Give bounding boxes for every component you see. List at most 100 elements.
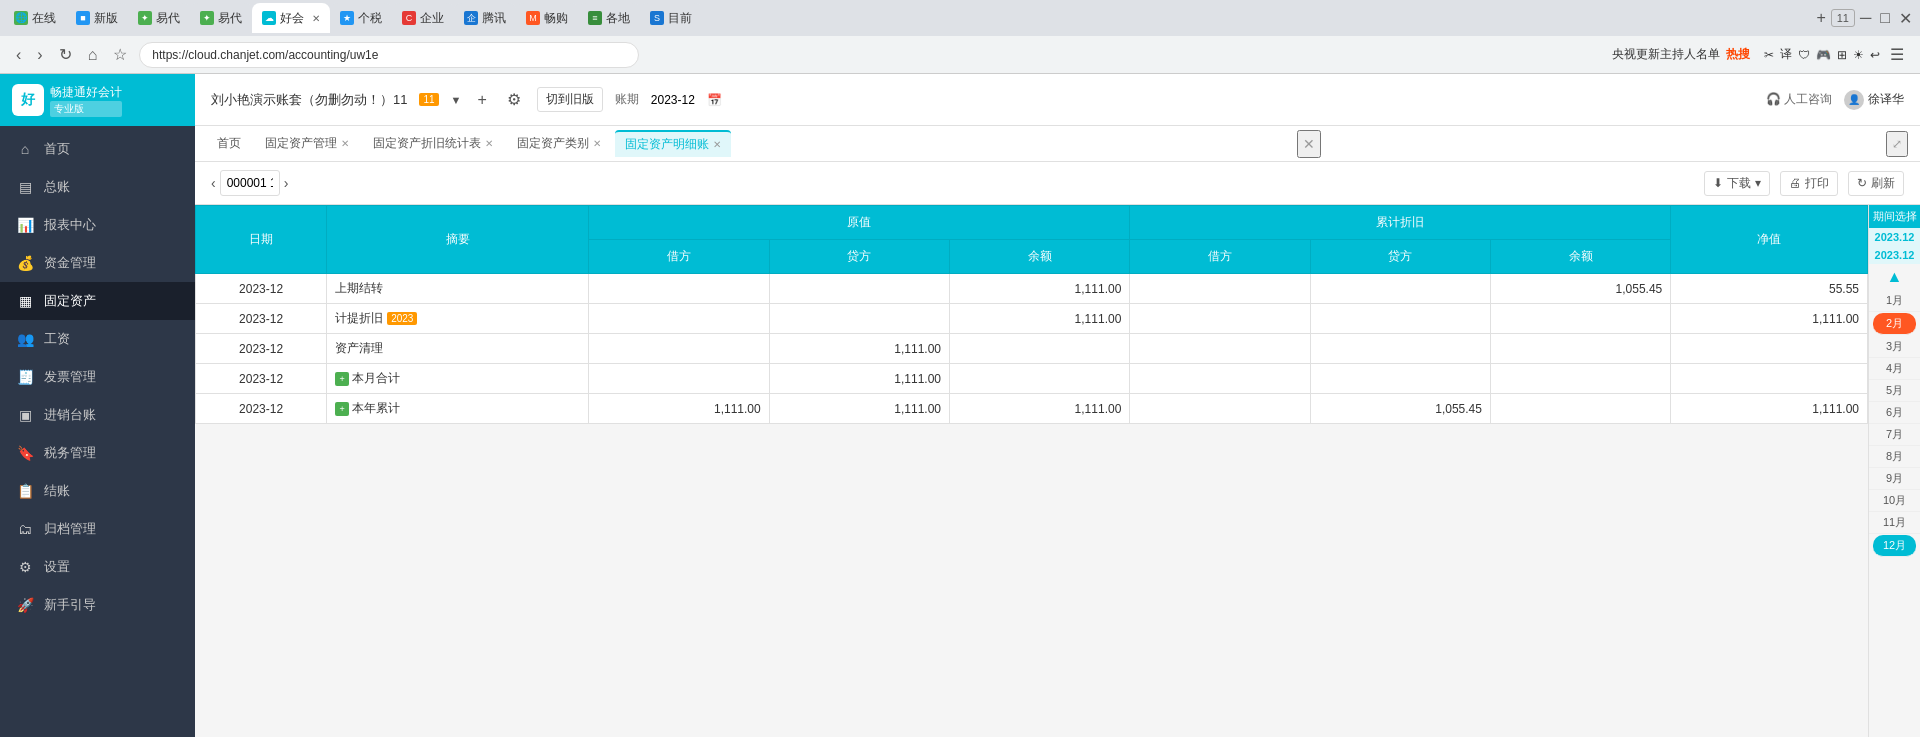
tab-fa-mgmt[interactable]: 固定资产管理 ✕ xyxy=(255,131,359,156)
sidebar-item-payroll[interactable]: 👥 工资 xyxy=(0,320,195,358)
col-orig-balance: 余额 xyxy=(950,240,1130,274)
sidebar-item-period-end[interactable]: 📋 结账 xyxy=(0,472,195,510)
sidebar: 好 畅捷通好会计 专业版 ⌂ 首页 ▤ 总账 📊 报表中心 xyxy=(0,74,195,737)
print-icon: 🖨 xyxy=(1789,176,1801,190)
tab-home[interactable]: 首页 xyxy=(207,131,251,156)
tab-fa-depreciation-label: 固定资产折旧统计表 xyxy=(373,135,481,152)
period-month-item[interactable]: 11月 xyxy=(1869,512,1920,534)
table-row: 2023-12上期结转1,111.001,055.4555.55 xyxy=(196,274,1868,304)
fixed-assets-icon: ▦ xyxy=(16,293,34,309)
tab-label-qiye: 企业 xyxy=(420,10,444,27)
sidebar-label-funds: 资金管理 xyxy=(44,254,96,272)
download-chevron-icon: ▾ xyxy=(1755,176,1761,190)
tab-fa-depreciation-close[interactable]: ✕ xyxy=(485,138,493,149)
browser-tab-yidai2[interactable]: ✦ 易代 xyxy=(190,3,252,33)
sidebar-item-invoices[interactable]: 🧾 发票管理 xyxy=(0,358,195,396)
more-tabs-button[interactable]: 11 xyxy=(1831,9,1855,27)
address-input[interactable] xyxy=(139,42,639,68)
col-accumulated-depr-group: 累计折旧 xyxy=(1130,206,1671,240)
sidebar-item-funds[interactable]: 💰 资金管理 xyxy=(0,244,195,282)
tab-fa-category[interactable]: 固定资产类别 ✕ xyxy=(507,131,611,156)
browser-tab-xin[interactable]: ■ 新版 xyxy=(66,3,128,33)
period-scroll-up[interactable]: ▲ xyxy=(1869,264,1920,290)
period-month-item[interactable]: 5月 xyxy=(1869,380,1920,402)
browser-tab-list: 🌐 在线 ■ 新版 ✦ 易代 ✦ 易代 ☁ 好会 ✕ xyxy=(4,3,1811,33)
tab-label-xin: 新版 xyxy=(94,10,118,27)
browser-tab-gedi[interactable]: ≡ 各地 xyxy=(578,3,640,33)
new-tab-button[interactable]: + xyxy=(1812,7,1829,29)
tab-favicon-geshui: ★ xyxy=(340,11,354,25)
page-input[interactable] xyxy=(220,170,280,196)
browser-tab-chang[interactable]: M 畅购 xyxy=(516,3,578,33)
period-month-item[interactable]: 10月 xyxy=(1869,490,1920,512)
tab-fa-detail-close[interactable]: ✕ xyxy=(713,139,721,150)
tab-fa-category-label: 固定资产类别 xyxy=(517,135,589,152)
table-row: 2023-12资产清理1,111.00 xyxy=(196,334,1868,364)
sidebar-label-payroll: 工资 xyxy=(44,330,70,348)
maximize-button[interactable]: □ xyxy=(1876,7,1894,29)
period-month-item[interactable]: 8月 xyxy=(1869,446,1920,468)
sidebar-item-home[interactable]: ⌂ 首页 xyxy=(0,130,195,168)
period-month-item[interactable]: 6月 xyxy=(1869,402,1920,424)
period-month-item[interactable]: 4月 xyxy=(1869,358,1920,380)
browser-tab-geshui[interactable]: ★ 个税 xyxy=(330,3,392,33)
close-panel-button[interactable]: ✕ xyxy=(1297,130,1321,158)
settings-small-button[interactable]: ⚙ xyxy=(503,88,525,111)
browser-tab-sun[interactable]: S 目前 xyxy=(640,3,702,33)
expand-panel-button[interactable]: ⤢ xyxy=(1886,131,1908,157)
calendar-icon[interactable]: 📅 xyxy=(707,93,722,107)
pagination: ‹ › xyxy=(211,170,288,196)
sidebar-item-reports[interactable]: 📊 报表中心 xyxy=(0,206,195,244)
period-year-selected[interactable]: 2023.12 xyxy=(1869,228,1920,246)
back-button[interactable]: ‹ xyxy=(12,44,25,66)
browser-tab-qiye[interactable]: C 企业 xyxy=(392,3,454,33)
period-year-highlight[interactable]: 2023.12 xyxy=(1869,246,1920,264)
sidebar-item-general-ledger[interactable]: ▤ 总账 xyxy=(0,168,195,206)
col-net-value: 净值 xyxy=(1671,206,1868,274)
browser-tab-zaixian[interactable]: 🌐 在线 xyxy=(4,3,66,33)
period-month-item[interactable]: 3月 xyxy=(1869,336,1920,358)
period-month-item[interactable]: 7月 xyxy=(1869,424,1920,446)
tab-fa-detail[interactable]: 固定资产明细账 ✕ xyxy=(615,130,731,157)
home-button[interactable]: ⌂ xyxy=(84,44,102,66)
minimize-button[interactable]: ─ xyxy=(1856,7,1875,29)
tab-fa-mgmt-close[interactable]: ✕ xyxy=(341,138,349,149)
tab-fa-depreciation[interactable]: 固定资产折旧统计表 ✕ xyxy=(363,131,503,156)
add-account-button[interactable]: + xyxy=(473,89,490,111)
sidebar-item-guide[interactable]: 🚀 新手引导 xyxy=(0,586,195,624)
prev-page-button[interactable]: ‹ xyxy=(211,175,216,191)
period-month-item[interactable]: 9月 xyxy=(1869,468,1920,490)
browser-tab-haohao[interactable]: ☁ 好会 ✕ xyxy=(252,3,330,33)
sidebar-item-tax[interactable]: 🔖 税务管理 xyxy=(0,434,195,472)
sidebar-item-settings[interactable]: ⚙ 设置 xyxy=(0,548,195,586)
period-month-item[interactable]: 12月 xyxy=(1873,535,1916,557)
sidebar-label-invoices: 发票管理 xyxy=(44,368,96,386)
tab-fa-category-close[interactable]: ✕ xyxy=(593,138,601,149)
browser-chrome: 🌐 在线 ■ 新版 ✦ 易代 ✦ 易代 ☁ 好会 ✕ xyxy=(0,0,1920,74)
reload-button[interactable]: ↻ xyxy=(55,43,76,66)
next-page-button[interactable]: › xyxy=(284,175,289,191)
menu-button[interactable]: ☰ xyxy=(1886,43,1908,66)
table-cell-summary: 计提折旧2023 xyxy=(327,304,589,334)
account-dropdown-button[interactable]: ▼ xyxy=(451,94,462,106)
service-button[interactable]: 🎧 人工咨询 xyxy=(1766,91,1832,108)
table-cell-summary: 资产清理 xyxy=(327,334,589,364)
browser-tab-yidai1[interactable]: ✦ 易代 xyxy=(128,3,190,33)
tab-close-haohao[interactable]: ✕ xyxy=(312,13,320,24)
close-window-button[interactable]: ✕ xyxy=(1895,7,1916,30)
payroll-icon: 👥 xyxy=(16,331,34,347)
period-month-item[interactable]: 2月 xyxy=(1873,313,1916,335)
browser-tab-tengxun[interactable]: 企 腾讯 xyxy=(454,3,516,33)
sidebar-item-purchase-sale[interactable]: ▣ 进销台账 xyxy=(0,396,195,434)
refresh-button[interactable]: ↻ 刷新 xyxy=(1848,171,1904,196)
switch-version-button[interactable]: 切到旧版 xyxy=(537,87,603,112)
forward-button[interactable]: › xyxy=(33,44,46,66)
app-container: 好 畅捷通好会计 专业版 ⌂ 首页 ▤ 总账 📊 报表中心 xyxy=(0,74,1920,737)
sidebar-item-archives[interactable]: 🗂 归档管理 xyxy=(0,510,195,548)
sidebar-item-fixed-assets[interactable]: ▦ 固定资产 xyxy=(0,282,195,320)
period-month-item[interactable]: 1月 xyxy=(1869,290,1920,312)
download-button[interactable]: ⬇ 下载 ▾ xyxy=(1704,171,1770,196)
print-button[interactable]: 🖨 打印 xyxy=(1780,171,1838,196)
address-bar: ‹ › ↻ ⌂ ☆ 央视更新主持人名单 热搜 ✂ 译 🛡 🎮 ⊞ ☀ ↩ ☰ xyxy=(0,36,1920,74)
bookmark-button[interactable]: ☆ xyxy=(109,43,131,66)
